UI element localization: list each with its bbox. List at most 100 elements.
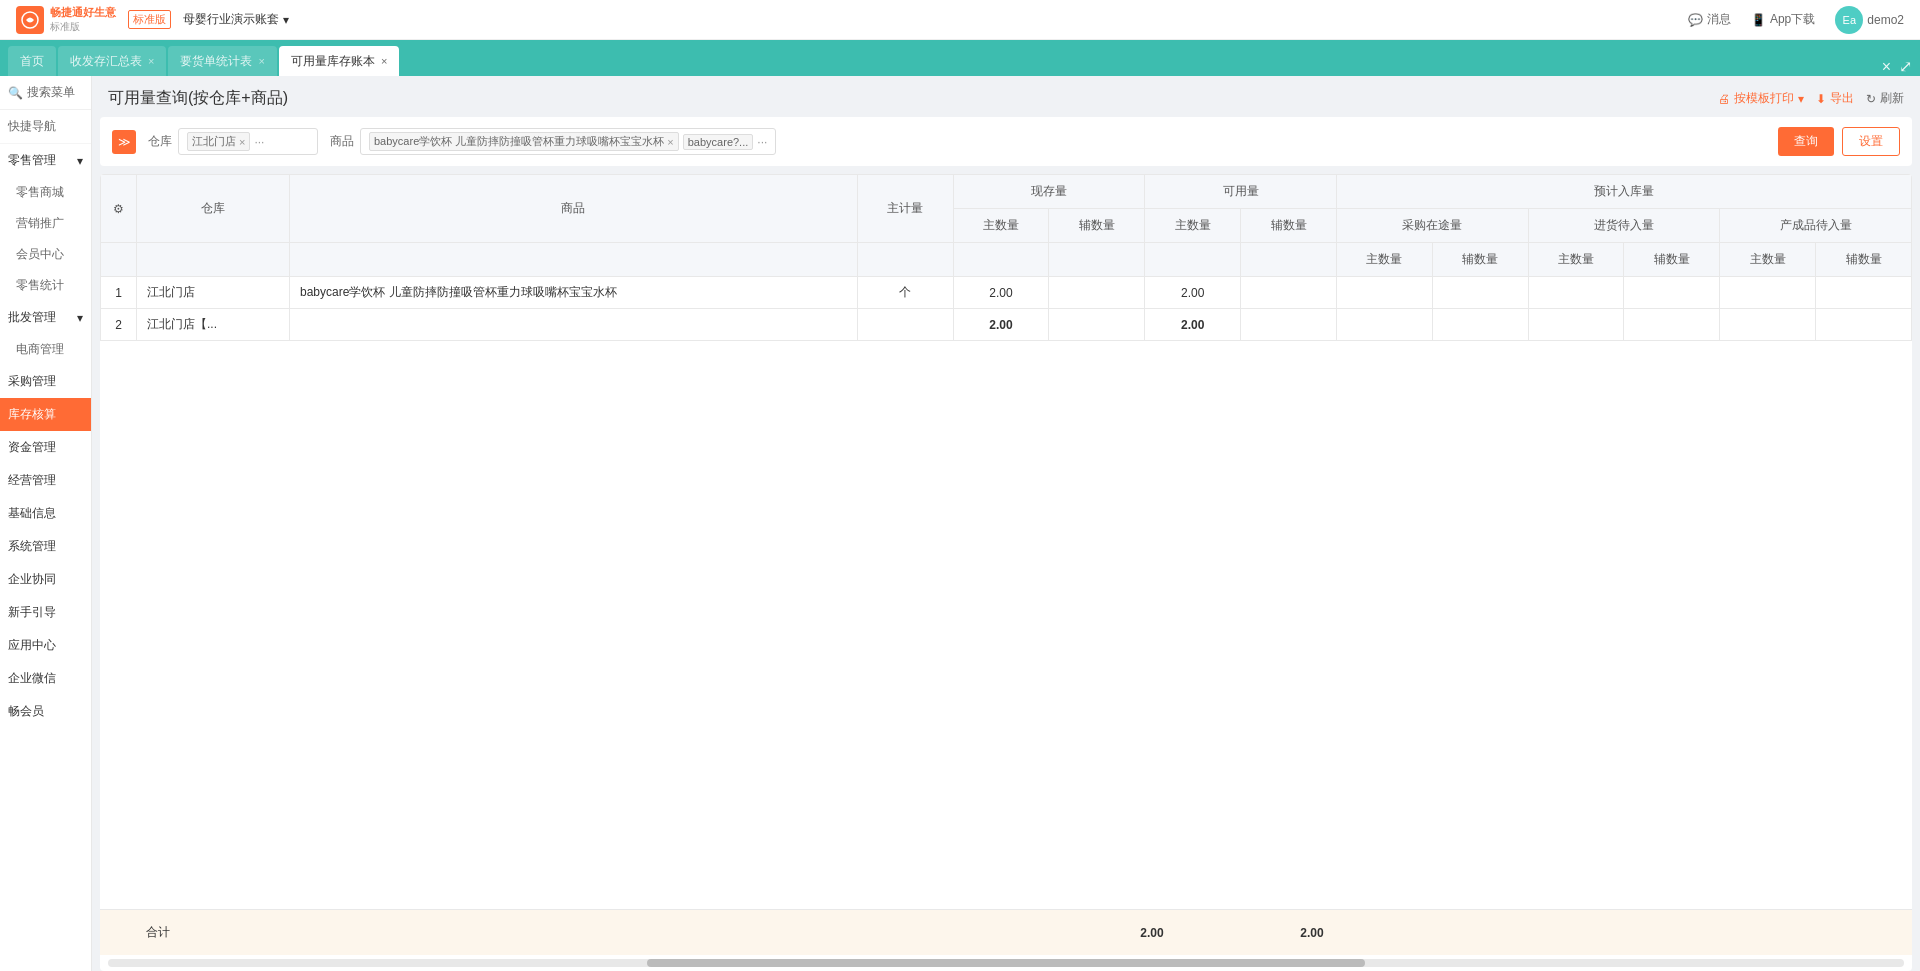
cell-pur-aux-2 — [1432, 309, 1528, 341]
warehouse-tag-close[interactable]: × — [239, 136, 245, 148]
th-incoming: 进货待入量 — [1528, 209, 1720, 243]
sidebar-section-newbie[interactable]: 新手引导 — [0, 596, 91, 629]
warehouse-input[interactable]: 江北门店 × ··· — [178, 128, 318, 155]
sidebar-item-retail-store[interactable]: 零售商城 — [0, 177, 91, 208]
cell-seq-2: 2 — [101, 309, 137, 341]
content-area: 可用量查询(按仓库+商品) 🖨 按模板打印 ⬇ 导出 ↻ 刷新 ≫ — [92, 76, 1920, 971]
cell-seq-1: 1 — [101, 277, 137, 309]
sidebar-section-system[interactable]: 系统管理 — [0, 530, 91, 563]
data-table: ⚙ 仓库 商品 主计量 现存量 可用量 预计入库量 主数量 辅数量 主数量 — [100, 174, 1912, 341]
header-right: 💬 消息 📱 App下载 Ea demo2 — [1688, 6, 1904, 34]
retail-chevron-icon — [77, 154, 83, 168]
sidebar-item-retail-stats[interactable]: 零售统计 — [0, 270, 91, 301]
phone-icon: 📱 — [1751, 13, 1766, 27]
query-btn[interactable]: 查询 — [1778, 127, 1834, 156]
user-info[interactable]: Ea demo2 — [1835, 6, 1904, 34]
filter-warehouse-field: 仓库 江北门店 × ··· — [148, 128, 318, 155]
filter-bar: ≫ 仓库 江北门店 × ··· 商品 babycare学饮杯 儿童防摔防撞吸管杯… — [100, 117, 1912, 166]
summary-row: 合计 2.00 2.00 — [100, 909, 1912, 955]
product-tag1-close[interactable]: × — [667, 136, 673, 148]
cell-fin-aux-2 — [1816, 309, 1912, 341]
product-tag1[interactable]: babycare学饮杯 儿童防摔防撞吸管杯重力球吸嘴杯宝宝水杯 × — [369, 132, 679, 151]
sidebar-section-appstore[interactable]: 应用中心 — [0, 629, 91, 662]
print-chevron-icon — [1798, 92, 1804, 106]
tab-receipts[interactable]: 收发存汇总表 × — [58, 46, 166, 76]
summary-stock-main: 2.00 — [1112, 918, 1192, 947]
sidebar-item-marketing[interactable]: 营销推广 — [0, 208, 91, 239]
industry-selector[interactable]: 母婴行业演示账套 — [183, 11, 289, 28]
th-fin-aux: 辅数量 — [1816, 243, 1912, 277]
th-product: 商品 — [290, 175, 858, 243]
cell-inc-aux-1 — [1624, 277, 1720, 309]
cell-warehouse-1: 江北门店 — [137, 277, 290, 309]
cell-stock-aux-2 — [1049, 309, 1145, 341]
th-avail-aux: 辅数量 — [1241, 209, 1337, 243]
cell-stock-main-2: 2.00 — [953, 309, 1049, 341]
summary-table: 合计 2.00 2.00 — [100, 918, 1912, 947]
page-title: 可用量查询(按仓库+商品) — [108, 88, 288, 109]
sidebar-item-member[interactable]: 会员中心 — [0, 239, 91, 270]
cell-avail-main-2: 2.00 — [1145, 309, 1241, 341]
tab-close-available[interactable]: × — [381, 55, 387, 67]
scroll-track — [108, 959, 1904, 967]
main-layout: 🔍 搜索菜单 快捷导航 零售管理 零售商城 营销推广 会员中心 零售统计 批发管… — [0, 76, 1920, 971]
cell-fin-main-2 — [1720, 309, 1816, 341]
sidebar-section-wholesale[interactable]: 批发管理 — [0, 301, 91, 334]
product-tag2[interactable]: babycare?... — [683, 134, 754, 150]
scroll-thumb[interactable] — [647, 959, 1365, 967]
cell-warehouse-2: 江北门店【... — [137, 309, 290, 341]
cell-pur-aux-1 — [1432, 277, 1528, 309]
tab-close-all-btn[interactable]: × — [1882, 58, 1891, 76]
cell-inc-main-2 — [1528, 309, 1624, 341]
print-icon: 🖨 — [1718, 92, 1730, 106]
tab-close-order[interactable]: × — [258, 55, 264, 67]
sidebar-section-retail[interactable]: 零售管理 — [0, 144, 91, 177]
cell-product-2 — [290, 309, 858, 341]
tab-order[interactable]: 要货单统计表 × — [168, 46, 276, 76]
sidebar-section-enterprise[interactable]: 企业协同 — [0, 563, 91, 596]
tab-home[interactable]: 首页 — [8, 46, 56, 76]
th-gear[interactable]: ⚙ — [101, 175, 137, 243]
export-btn[interactable]: ⬇ 导出 — [1816, 90, 1854, 107]
th-pur-transit: 采购在途量 — [1336, 209, 1528, 243]
header-left: 畅捷通好生意 标准版 标准版 母婴行业演示账套 — [16, 5, 289, 34]
filter-toggle-btn[interactable]: ≫ — [112, 130, 136, 154]
sidebar-section-operation[interactable]: 经营管理 — [0, 464, 91, 497]
export-icon: ⬇ — [1816, 92, 1826, 106]
app-download-btn[interactable]: 📱 App下载 — [1751, 11, 1815, 28]
sidebar-search[interactable]: 🔍 搜索菜单 — [0, 76, 91, 110]
product-ellipsis: ··· — [757, 135, 767, 149]
summary-avail-main: 2.00 — [1272, 918, 1352, 947]
sidebar-item-ecommerce[interactable]: 电商管理 — [0, 334, 91, 365]
setting-btn[interactable]: 设置 — [1842, 127, 1900, 156]
tab-expand-btn[interactable]: ⤢ — [1899, 57, 1912, 76]
tab-close-receipts[interactable]: × — [148, 55, 154, 67]
tab-available[interactable]: 可用量库存账本 × — [279, 46, 399, 76]
th-avail-main: 主数量 — [1145, 209, 1241, 243]
cell-fin-main-1 — [1720, 277, 1816, 309]
sidebar-section-purchase[interactable]: 采购管理 — [0, 365, 91, 398]
refresh-btn[interactable]: ↻ 刷新 — [1866, 90, 1904, 107]
cell-product-1: babycare学饮杯 儿童防摔防撞吸管杯重力球吸嘴杯宝宝水杯 — [290, 277, 858, 309]
avatar: Ea — [1835, 6, 1863, 34]
th-pur-main: 主数量 — [1336, 243, 1432, 277]
sidebar-section-member2[interactable]: 畅会员 — [0, 695, 91, 728]
print-btn[interactable]: 🖨 按模板打印 — [1718, 90, 1804, 107]
table-row: 1 江北门店 babycare学饮杯 儿童防摔防撞吸管杯重力球吸嘴杯宝宝水杯 个… — [101, 277, 1912, 309]
sidebar-item-quicknav[interactable]: 快捷导航 — [0, 110, 91, 144]
sidebar-section-finance[interactable]: 资金管理 — [0, 431, 91, 464]
search-icon: 🔍 — [8, 86, 23, 100]
cell-inc-aux-2 — [1624, 309, 1720, 341]
th-stock-main: 主数量 — [953, 209, 1049, 243]
message-btn[interactable]: 💬 消息 — [1688, 11, 1731, 28]
sidebar-section-wecom[interactable]: 企业微信 — [0, 662, 91, 695]
product-label: 商品 — [330, 133, 354, 150]
warehouse-tag[interactable]: 江北门店 × — [187, 132, 250, 151]
summary-label: 合计 — [136, 918, 236, 947]
cell-unit-2 — [857, 309, 953, 341]
product-input[interactable]: babycare学饮杯 儿童防摔防撞吸管杯重力球吸嘴杯宝宝水杯 × babyca… — [360, 128, 776, 155]
sidebar-section-inventory[interactable]: 库存核算 — [0, 398, 91, 431]
th-stock: 现存量 — [953, 175, 1145, 209]
sidebar-section-basic[interactable]: 基础信息 — [0, 497, 91, 530]
horizontal-scrollbar[interactable] — [108, 955, 1904, 971]
